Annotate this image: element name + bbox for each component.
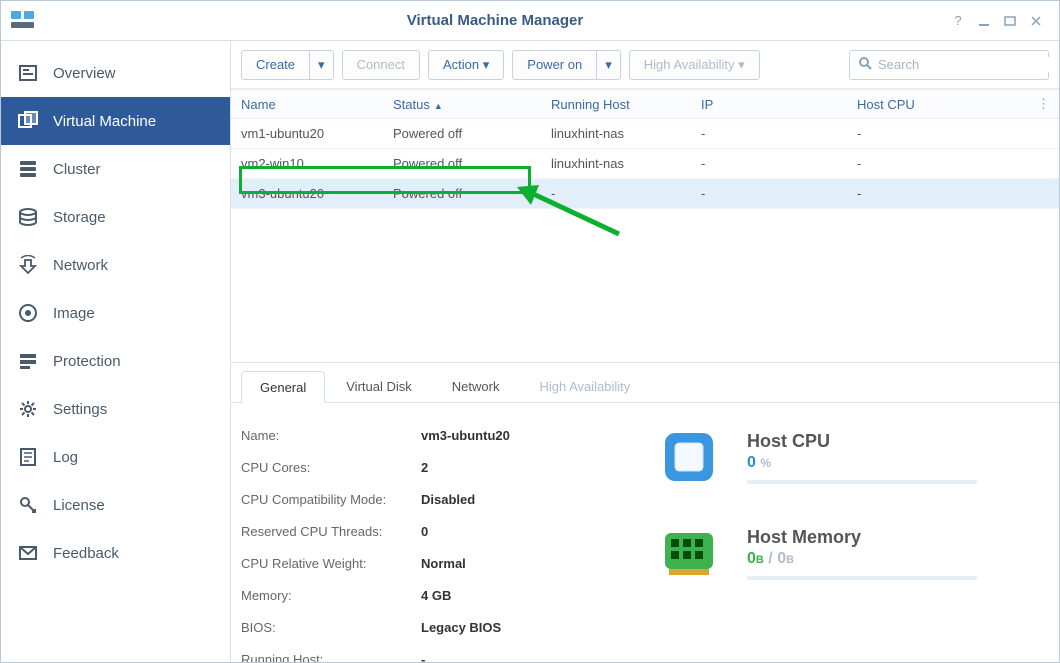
chevron-down-icon: ▾ [483,57,490,73]
column-menu-button[interactable]: ⋮ [1037,96,1049,112]
sidebar-item-label: Storage [53,209,106,226]
chevron-down-icon: ▾ [738,57,745,73]
window-title: Virtual Machine Manager [45,12,945,29]
network-icon [17,254,39,276]
prop-label: Reserved CPU Threads: [241,524,421,539]
storage-icon [17,206,39,228]
toolbar: Create ▾ Connect Action ▾ Power on ▾ Hig… [231,41,1059,89]
sidebar-item-log[interactable]: Log [1,433,230,481]
sidebar-item-settings[interactable]: Settings [1,385,230,433]
metric-label: Host CPU [747,431,977,452]
column-header-host[interactable]: Running Host [551,97,701,112]
prop-label: Memory: [241,588,421,603]
tab-general[interactable]: General [241,371,325,403]
detail-metrics: Host CPU 0 % [641,419,1049,662]
sidebar-item-license[interactable]: License [1,481,230,529]
create-dropdown[interactable]: ▾ [310,50,334,80]
prop-value: vm3-ubuntu20 [421,428,510,443]
sidebar-item-label: Virtual Machine [53,113,156,130]
vm-table: vm1-ubuntu20 Powered off linuxhint-nas -… [231,119,1059,209]
sidebar-item-label: Network [53,257,108,274]
help-button[interactable]: ? [945,8,971,34]
table-row[interactable]: vm2-win10 Powered off linuxhint-nas - - [231,149,1059,179]
prop-value: 2 [421,460,428,475]
sidebar-item-image[interactable]: Image [1,289,230,337]
maximize-button[interactable] [997,8,1023,34]
metric-value: 0 % [747,454,977,472]
chevron-down-icon: ▾ [605,57,612,73]
metric-bar [747,576,977,580]
table-row[interactable]: vm1-ubuntu20 Powered off linuxhint-nas -… [231,119,1059,149]
sidebar-item-label: Protection [53,353,121,370]
vm-icon [17,110,39,132]
detail-tabs: General Virtual Disk Network High Availa… [231,363,1059,403]
sidebar-item-feedback[interactable]: Feedback [1,529,230,577]
power-button[interactable]: Power on [512,50,597,80]
prop-label: CPU Relative Weight: [241,556,421,571]
tab-high-availability[interactable]: High Availability [520,370,649,402]
metric-label: Host Memory [747,527,977,548]
sidebar-item-cluster[interactable]: Cluster [1,145,230,193]
action-button[interactable]: Action ▾ [428,50,504,80]
prop-value: - [421,652,425,663]
prop-value: Legacy BIOS [421,620,501,635]
search-input[interactable] [878,57,1054,72]
prop-label: Running Host: [241,652,421,663]
ha-button[interactable]: High Availability ▾ [629,50,760,80]
column-header-name[interactable]: Name [241,97,393,112]
tab-virtual-disk[interactable]: Virtual Disk [327,370,431,402]
tab-network[interactable]: Network [433,370,519,402]
column-header-ip[interactable]: IP [701,97,857,112]
metric-value: 0B / 0B [747,550,977,568]
create-button[interactable]: Create [241,50,310,80]
prop-label: CPU Cores: [241,460,421,475]
sidebar-item-overview[interactable]: Overview [1,49,230,97]
prop-label: BIOS: [241,620,421,635]
settings-icon [17,398,39,420]
search-box[interactable] [849,50,1049,80]
sidebar-item-label: Cluster [53,161,101,178]
close-button[interactable] [1023,8,1049,34]
cpu-icon [661,429,717,485]
chevron-down-icon: ▾ [318,57,325,73]
prop-label: Name: [241,428,421,443]
prop-value: Normal [421,556,466,571]
license-icon [17,494,39,516]
sidebar: Overview Virtual Machine Cluster Storage… [1,41,231,662]
sidebar-item-network[interactable]: Network [1,241,230,289]
log-icon [17,446,39,468]
sidebar-item-label: License [53,497,105,514]
prop-value: 4 GB [421,588,451,603]
column-header-cpu[interactable]: Host CPU [857,97,1037,112]
minimize-button[interactable] [971,8,997,34]
prop-value: 0 [421,524,428,539]
cluster-icon [17,158,39,180]
metric-bar [747,480,977,484]
prop-value: Disabled [421,492,475,507]
power-dropdown[interactable]: ▾ [597,50,621,80]
app-icon [11,11,35,31]
column-header-status[interactable]: Status▲ [393,97,551,112]
sidebar-item-label: Log [53,449,78,466]
sidebar-item-label: Settings [53,401,107,418]
sidebar-item-label: Overview [53,65,116,82]
sidebar-item-label: Feedback [53,545,119,562]
memory-icon [661,525,717,581]
sidebar-item-storage[interactable]: Storage [1,193,230,241]
table-header: Name Status▲ Running Host IP Host CPU ⋮ [231,89,1059,119]
feedback-icon [17,542,39,564]
detail-properties: Name:vm3-ubuntu20 CPU Cores:2 CPU Compat… [241,419,641,662]
sidebar-item-protection[interactable]: Protection [1,337,230,385]
protection-icon [17,350,39,372]
search-icon [858,56,872,73]
overview-icon [17,62,39,84]
image-icon [17,302,39,324]
prop-label: CPU Compatibility Mode: [241,492,421,507]
sort-asc-icon: ▲ [434,101,443,111]
table-row[interactable]: vm3-ubuntu20 Powered off - - - [231,179,1059,209]
connect-button[interactable]: Connect [342,50,420,80]
sidebar-item-label: Image [53,305,95,322]
sidebar-item-virtual-machine[interactable]: Virtual Machine [1,97,230,145]
